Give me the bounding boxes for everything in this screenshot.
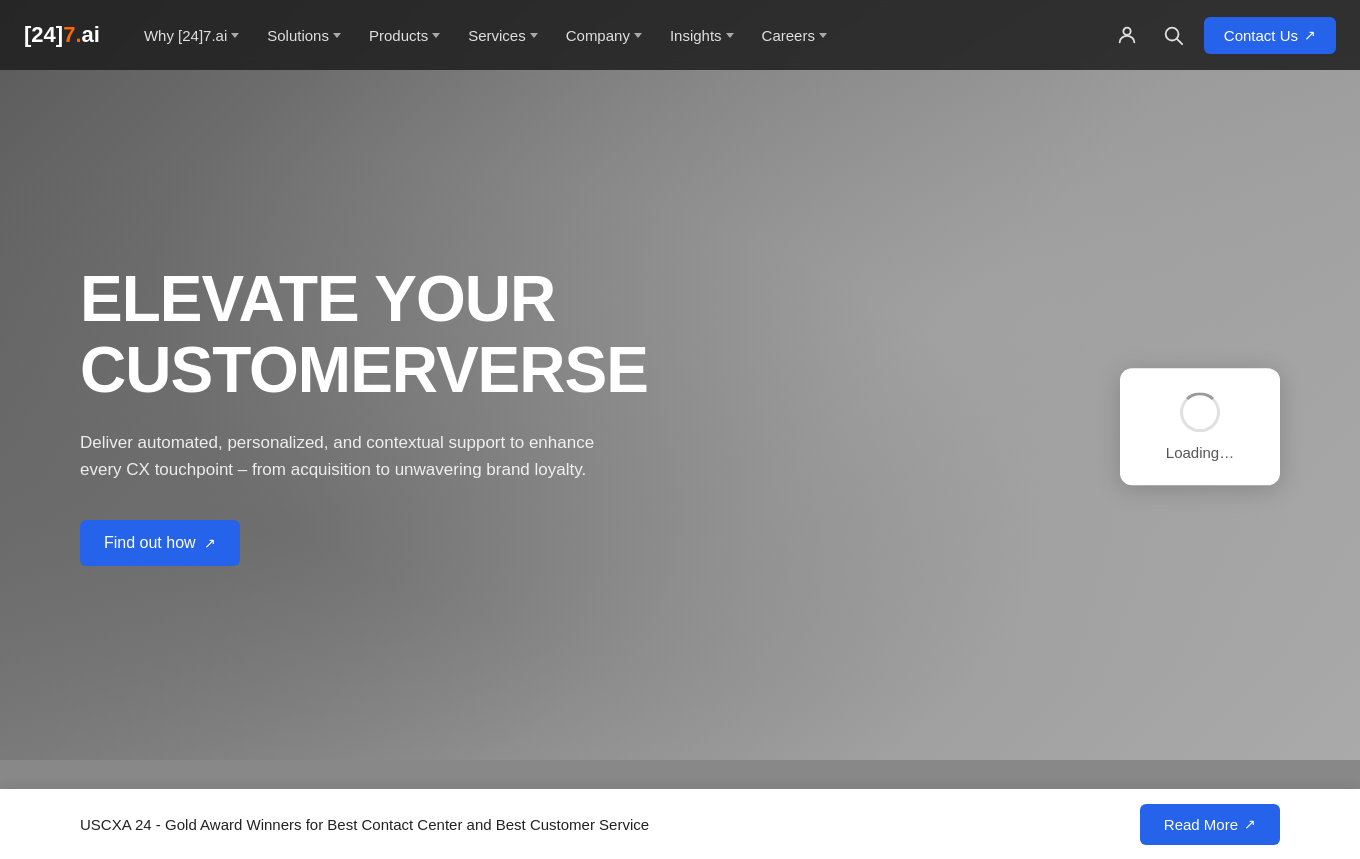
search-icon [1162, 24, 1184, 46]
nav-item-insights[interactable]: Insights [658, 19, 746, 52]
nav-item-products[interactable]: Products [357, 19, 452, 52]
hero-title: ELEVATE YOUR CUSTOMERVERSE [80, 264, 620, 405]
loading-widget: Loading… [1120, 368, 1280, 485]
loading-text: Loading… [1166, 444, 1234, 461]
nav-label-company: Company [566, 27, 630, 44]
nav-label-insights: Insights [670, 27, 722, 44]
svg-line-2 [1177, 39, 1182, 44]
arrow-icon: ↗ [204, 535, 216, 551]
nav-label-solutions: Solutions [267, 27, 329, 44]
nav-actions: Contact Us ↗ [1112, 17, 1336, 54]
chevron-down-icon [819, 33, 827, 38]
nav-item-services[interactable]: Services [456, 19, 550, 52]
nav-item-careers[interactable]: Careers [750, 19, 839, 52]
hero-title-line2: CUSTOMERVERSE [80, 334, 648, 406]
nav-item-why[interactable]: Why [24]7.ai [132, 19, 251, 52]
logo-ai: ai [82, 22, 100, 47]
logo-number: 24 [31, 22, 55, 47]
contact-us-button[interactable]: Contact Us ↗ [1204, 17, 1336, 54]
find-out-how-label: Find out how [104, 534, 196, 552]
hero-content: ELEVATE YOUR CUSTOMERVERSE Deliver autom… [0, 184, 700, 645]
nav-links: Why [24]7.ai Solutions Products Services… [132, 19, 1112, 52]
chevron-down-icon [432, 33, 440, 38]
hero-subtitle: Deliver automated, personalized, and con… [80, 429, 620, 483]
nav-label-careers: Careers [762, 27, 815, 44]
navbar: [24]7.ai Why [24]7.ai Solutions Products… [0, 0, 1360, 70]
hero-section: ELEVATE YOUR CUSTOMERVERSE Deliver autom… [0, 0, 1360, 760]
user-icon [1116, 24, 1138, 46]
hero-title-line1: ELEVATE YOUR [80, 263, 555, 335]
arrow-icon: ↗ [1304, 27, 1316, 43]
chevron-down-icon [530, 33, 538, 38]
nav-item-solutions[interactable]: Solutions [255, 19, 353, 52]
nav-label-why: Why [24]7.ai [144, 27, 227, 44]
search-button[interactable] [1158, 20, 1188, 50]
nav-label-products: Products [369, 27, 428, 44]
find-out-how-button[interactable]: Find out how ↗ [80, 520, 240, 566]
contact-us-label: Contact Us [1224, 27, 1298, 44]
nav-label-services: Services [468, 27, 526, 44]
logo-slash: 7 [63, 22, 75, 47]
chevron-down-icon [634, 33, 642, 38]
chevron-down-icon [726, 33, 734, 38]
brand-logo[interactable]: [24]7.ai [24, 22, 100, 48]
nav-item-company[interactable]: Company [554, 19, 654, 52]
chevron-down-icon [333, 33, 341, 38]
svg-point-0 [1123, 28, 1130, 35]
account-button[interactable] [1112, 20, 1142, 50]
loading-spinner [1180, 392, 1220, 432]
chevron-down-icon [231, 33, 239, 38]
